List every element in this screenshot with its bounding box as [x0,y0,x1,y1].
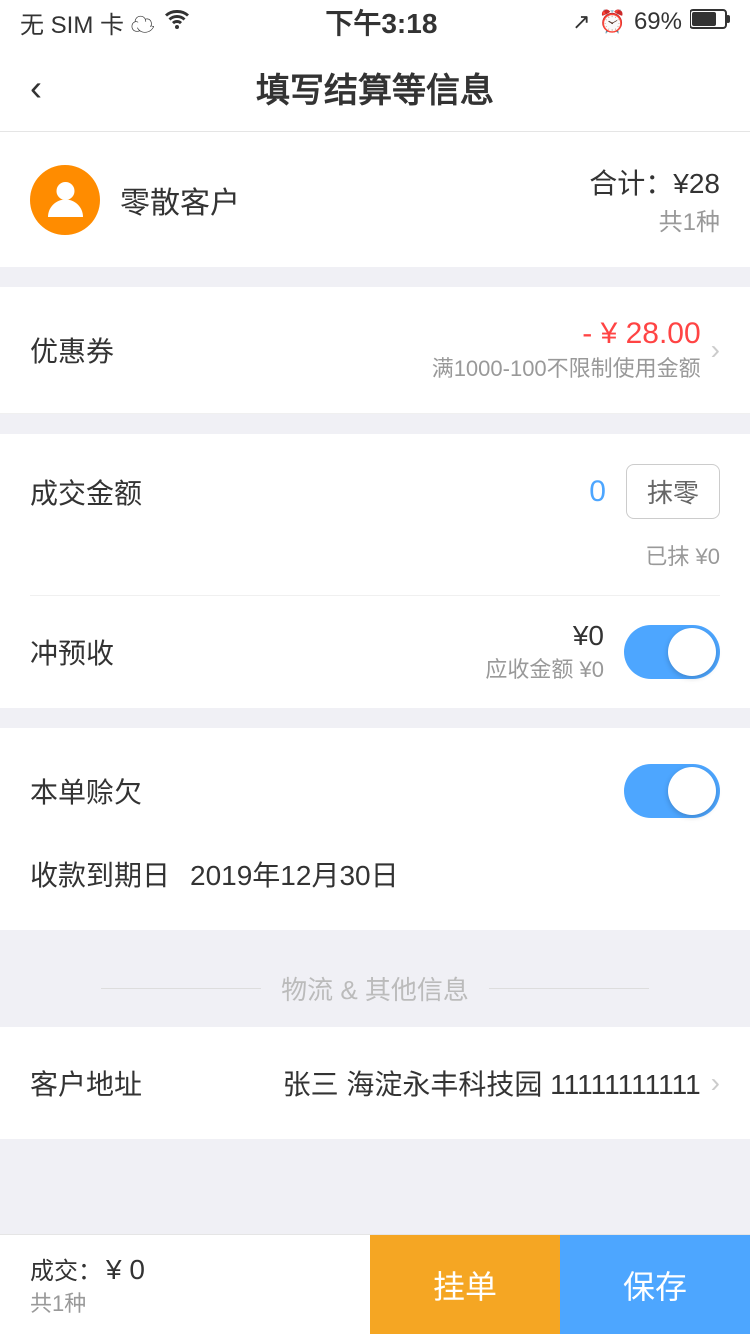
prepay-info: ¥0 应收金额 ¥0 [485,620,604,684]
deal-amount-sub: 已抹 ¥0 [30,539,720,595]
deal-amount-right: 0 抹零 [566,464,720,519]
deal-amount-label: 成交金额 [30,472,142,512]
chevron-right-icon: › [711,334,720,366]
address-row[interactable]: 客户地址 张三 海淀永丰科技园 11111111111 › [0,1027,750,1139]
logistics-line-right [489,988,649,989]
coupon-label: 优惠券 [30,330,114,370]
deal-amount-section: 成交金额 0 抹零 已抹 ¥0 冲预收 ¥0 应收金额 ¥0 [0,434,750,708]
bottom-info: 成交： ¥ 0 共1种 [0,1251,370,1318]
logistics-divider: 物流 & 其他信息 [0,950,750,1027]
alarm-icon: ⏰ [599,9,626,35]
address-section[interactable]: 客户地址 张三 海淀永丰科技园 11111111111 › [0,1027,750,1139]
credit-label: 本单赊欠 [30,771,142,811]
status-left: 无 SIM 卡 ☁ [20,5,191,40]
battery-icon [690,8,730,37]
prepay-amount: ¥0 [485,620,604,652]
bottom-deal-amount: ¥ 0 [106,1254,145,1286]
due-date-value: 2019年12月30日 [190,854,399,894]
hold-button[interactable]: 挂单 [370,1235,560,1334]
deal-amount-value[interactable]: 0 [566,475,606,509]
credit-toggle-knob [668,767,716,815]
logistics-line-left [101,988,261,989]
status-time: 下午3:18 [325,2,437,42]
customer-name: 零散客户 [120,178,240,222]
person-icon [43,177,88,222]
save-button[interactable]: 保存 [560,1235,750,1334]
deal-amount-row: 成交金额 0 抹零 [30,464,720,539]
avatar [30,165,100,235]
bottom-count: 共1种 [30,1286,340,1318]
coupon-amount: - ¥ 28.00 [432,317,701,351]
logistics-text: 物流 & 其他信息 [0,970,750,1007]
prepay-row: 冲预收 ¥0 应收金额 ¥0 [30,595,720,708]
logistics-label: 物流 & 其他信息 [281,970,469,1007]
customer-left: 零散客户 [30,165,240,235]
wifi-icon [163,8,191,36]
total-amount: 合计：¥28 [589,162,720,202]
status-bar: 无 SIM 卡 ☁ 下午3:18 ↗ ⏰ 69% [0,0,750,44]
address-value: 张三 海淀永丰科技园 11111111111 [162,1063,701,1103]
credit-toggle[interactable] [624,764,720,818]
prepay-right: ¥0 应收金额 ¥0 [485,620,720,684]
nav-bar: ‹ 填写结算等信息 [0,44,750,132]
bottom-deal-label: 成交： [30,1251,102,1286]
prepay-label: 冲预收 [30,632,114,672]
coupon-info: - ¥ 28.00 满1000-100不限制使用金额 [432,317,701,383]
due-date-label: 收款到期日 [30,854,170,894]
prepay-toggle[interactable] [624,625,720,679]
coupon-row[interactable]: 优惠券 - ¥ 28.00 满1000-100不限制使用金额 › [0,287,750,414]
page-title: 填写结算等信息 [256,63,494,112]
back-button[interactable]: ‹ [30,67,42,109]
sim-status: 无 SIM 卡 ☁ [20,5,155,40]
customer-summary: 合计：¥28 共1种 [589,162,720,237]
battery-level: 69% [634,8,682,36]
round-off-button[interactable]: 抹零 [626,464,720,519]
location-icon: ↗ [572,9,590,35]
bottom-bar: 成交： ¥ 0 共1种 挂单 保存 [0,1234,750,1334]
bottom-deal-row: 成交： ¥ 0 [30,1251,340,1286]
address-label: 客户地址 [30,1063,142,1103]
due-date-row[interactable]: 收款到期日 2019年12月30日 [0,854,750,930]
status-right: ↗ ⏰ 69% [572,8,730,37]
coupon-desc: 满1000-100不限制使用金额 [432,351,701,383]
credit-row: 本单赊欠 [0,728,750,854]
total-count: 共1种 [589,202,720,237]
customer-row: 零散客户 合计：¥28 共1种 [0,132,750,267]
address-chevron-icon: › [711,1067,720,1099]
credit-section: 本单赊欠 收款到期日 2019年12月30日 [0,728,750,930]
coupon-section[interactable]: 优惠券 - ¥ 28.00 满1000-100不限制使用金额 › [0,287,750,414]
prepay-sub: 应收金额 ¥0 [485,652,604,684]
toggle-knob [668,628,716,676]
coupon-right: - ¥ 28.00 满1000-100不限制使用金额 › [432,317,720,383]
